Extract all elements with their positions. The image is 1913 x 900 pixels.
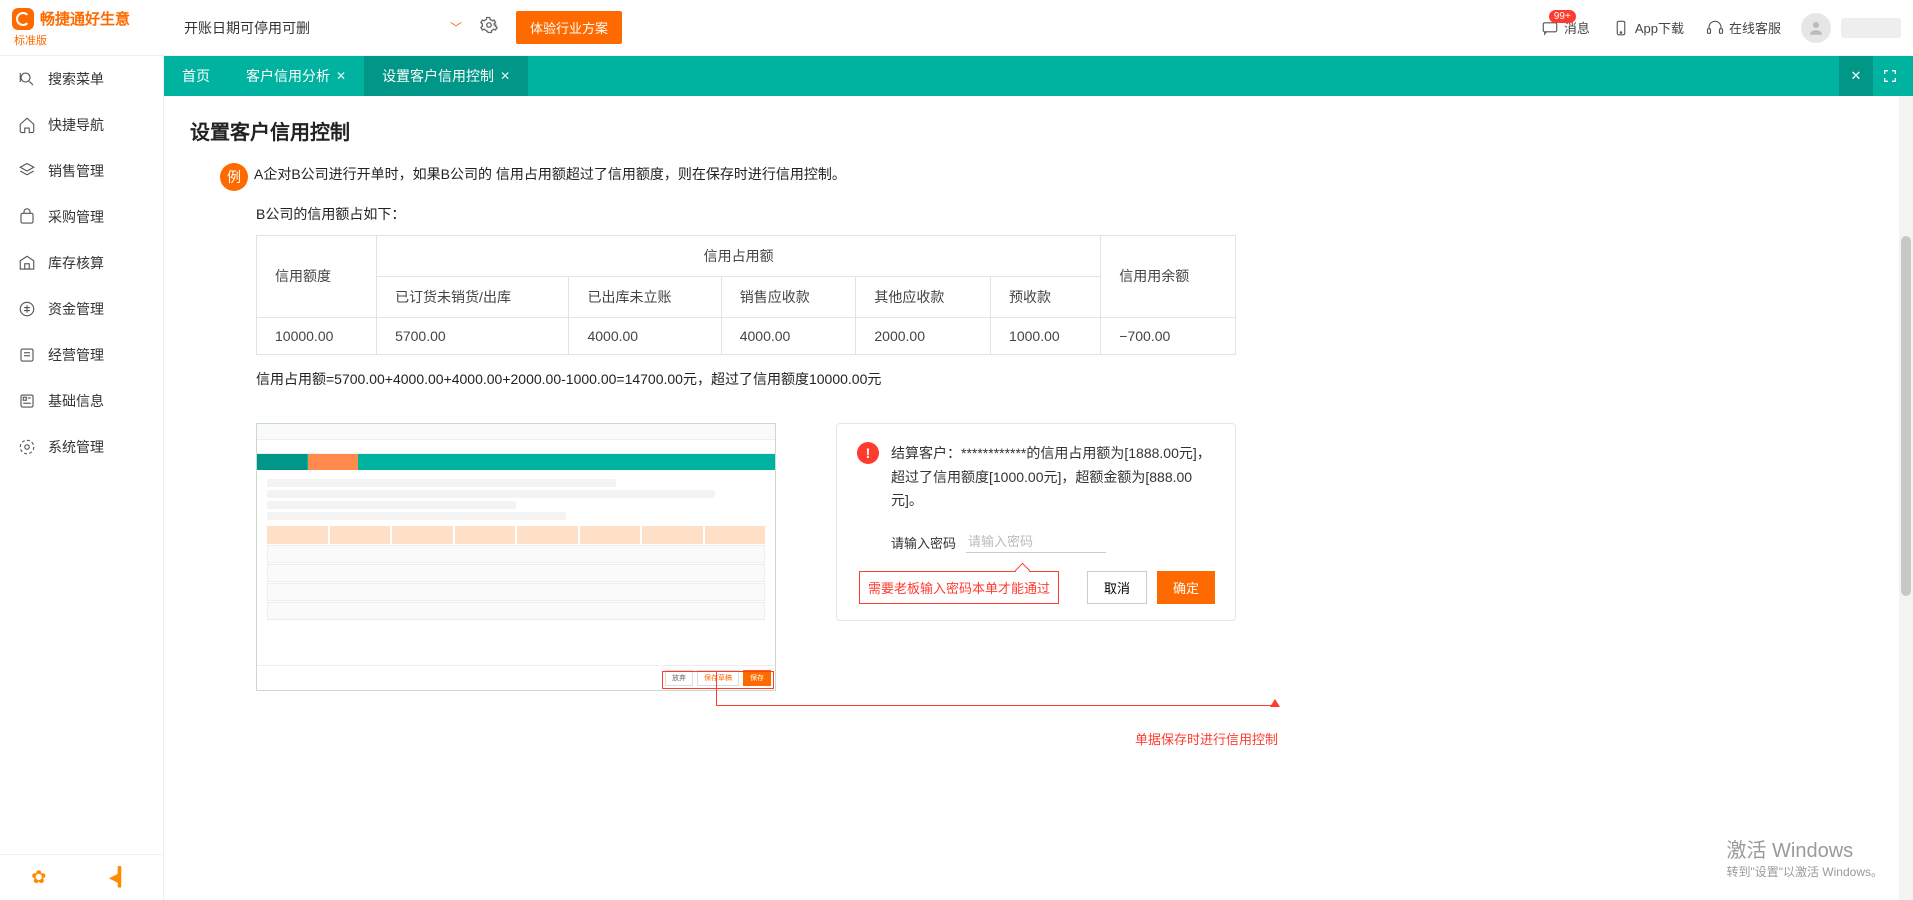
error-icon: ! [857, 442, 879, 464]
tab-credit-control[interactable]: 设置客户信用控制 ✕ [364, 56, 528, 96]
sidebar-item-sales[interactable]: 销售管理 [0, 148, 163, 194]
sidebar-item-label: 资金管理 [48, 299, 104, 319]
sidebar-item-label: 基础信息 [48, 391, 104, 411]
hdr-app-download[interactable]: App下载 [1612, 18, 1684, 37]
tab-home[interactable]: 首页 [164, 56, 228, 96]
connector [256, 693, 1857, 723]
sidebar-item-purchase[interactable]: 采购管理 [0, 194, 163, 240]
brand-edition: 标准版 [14, 32, 47, 48]
sidebar-item-inventory[interactable]: 库存核算 [0, 240, 163, 286]
vertical-scrollbar[interactable] [1899, 96, 1913, 900]
sidebar-item-business[interactable]: 经营管理 [0, 332, 163, 378]
sidebar-item-label: 搜索菜单 [48, 69, 104, 89]
avatar[interactable] [1801, 13, 1831, 43]
sidebar-item-label: 系统管理 [48, 437, 104, 457]
hdr-app-download-label: App下载 [1635, 18, 1684, 37]
table-row: 10000.00 5700.00 4000.00 4000.00 2000.00… [257, 317, 1236, 354]
sidebar-item-funds[interactable]: 资金管理 [0, 286, 163, 332]
chevron-down-icon: ﹀ [450, 19, 462, 36]
industry-solution-button[interactable]: 体验行业方案 [516, 11, 622, 44]
tab-label: 客户信用分析 [246, 66, 330, 86]
option-select[interactable]: 开账日期可停用可删 ﹀ [184, 18, 462, 38]
collapse-icon[interactable]: ◂▎ [109, 867, 132, 888]
th-col: 其他应收款 [856, 276, 991, 317]
brand-block: 畅捷通好生意 标准版 [12, 8, 164, 48]
brand-logo-icon [12, 8, 34, 30]
cell: 1000.00 [991, 317, 1101, 354]
th-balance: 信用用余额 [1101, 235, 1236, 317]
sidebar-item-label: 采购管理 [48, 207, 104, 227]
sidebar-item-label: 快捷导航 [48, 115, 104, 135]
settings-gear-icon[interactable]: ✿ [31, 867, 46, 888]
cell-balance: −700.00 [1101, 317, 1236, 354]
cell: 4000.00 [569, 317, 721, 354]
tabbar: 首页 客户信用分析 ✕ 设置客户信用控制 ✕ ✕ [164, 56, 1913, 96]
tab-credit-analysis[interactable]: 客户信用分析 ✕ [228, 56, 364, 96]
brand-name: 畅捷通好生意 [40, 8, 130, 29]
cell-limit: 10000.00 [257, 317, 377, 354]
credit-warning-dialog: ! 结算客户：************的信用占用额为[1888.00元]，超过了… [836, 423, 1236, 621]
sidebar-bottom: ✿ ◂▎ [0, 854, 163, 900]
close-icon[interactable]: ✕ [500, 69, 510, 83]
cell: 5700.00 [377, 317, 569, 354]
option-select-label: 开账日期可停用可删 [184, 18, 310, 38]
th-col: 预收款 [991, 276, 1101, 317]
example-line1: A企对B公司进行开单时，如果B公司的 信用占用额超过了信用额度，则在保存时进行信… [254, 163, 846, 187]
dialog-note: 需要老板输入密码本单才能通过 [859, 571, 1059, 604]
example-badge-icon: 例 [220, 163, 248, 191]
dialog-message: 结算客户：************的信用占用额为[1888.00元]，超过了信用… [891, 442, 1215, 513]
cancel-button[interactable]: 取消 [1087, 571, 1147, 604]
sidebar-item-label: 库存核算 [48, 253, 104, 273]
th-col: 已出库未立账 [569, 276, 721, 317]
scrollbar-thumb[interactable] [1901, 236, 1911, 596]
password-input[interactable] [966, 531, 1106, 553]
illustration-caption: 单据保存时进行信用控制 [556, 729, 1857, 748]
close-icon[interactable]: ✕ [336, 69, 346, 83]
sidebar-item-quicknav[interactable]: 快捷导航 [0, 102, 163, 148]
illustration-row: 放弃 保存草稿 保存 ! 结算客户：********** [256, 423, 1857, 691]
th-usage-group: 信用占用额 [377, 235, 1101, 276]
cell: 4000.00 [721, 317, 856, 354]
hdr-online-service[interactable]: 在线客服 [1706, 18, 1781, 37]
password-label: 请输入密码 [891, 533, 956, 552]
hdr-online-service-label: 在线客服 [1729, 18, 1781, 37]
sidebar-item-search[interactable]: 搜索菜单 [0, 56, 163, 102]
mini-screenshot: 放弃 保存草稿 保存 [256, 423, 776, 691]
tabbar-fullscreen-button[interactable] [1873, 56, 1907, 96]
sidebar: 搜索菜单 快捷导航 销售管理 采购管理 库存核算 资金管理 经营管理 基础信息 … [0, 56, 164, 900]
hdr-messages[interactable]: 99+ 消息 [1541, 18, 1590, 37]
sidebar-item-label: 经营管理 [48, 345, 104, 365]
th-col: 已订货未销货/出库 [377, 276, 569, 317]
th-col: 销售应收款 [721, 276, 856, 317]
ok-button[interactable]: 确定 [1157, 571, 1215, 604]
sidebar-item-label: 销售管理 [48, 161, 104, 181]
tabbar-close-button[interactable]: ✕ [1839, 56, 1873, 96]
red-highlight-box [662, 671, 774, 689]
main: 首页 客户信用分析 ✕ 设置客户信用控制 ✕ ✕ 设置客户信用控制 例 A企对B公司… [164, 56, 1913, 900]
tab-label: 首页 [182, 66, 210, 86]
th-credit-limit: 信用额度 [257, 235, 377, 317]
credit-table: 信用额度 信用占用额 信用用余额 已订货未销货/出库 已出库未立账 销售应收款 … [256, 235, 1236, 355]
sidebar-item-baseinfo[interactable]: 基础信息 [0, 378, 163, 424]
tab-label: 设置客户信用控制 [382, 66, 494, 86]
example-line2: B公司的信用额占如下： [256, 203, 1857, 227]
content: 设置客户信用控制 例 A企对B公司进行开单时，如果B公司的 信用占用额超过了信用… [164, 96, 1913, 900]
cell: 2000.00 [856, 317, 991, 354]
gear-icon[interactable] [480, 16, 498, 39]
page-title: 设置客户信用控制 [190, 116, 1887, 145]
message-badge: 99+ [1549, 10, 1576, 23]
top-header: 畅捷通好生意 标准版 开账日期可停用可删 ﹀ 体验行业方案 99+ 消息 App… [0, 0, 1913, 56]
formula-text: 信用占用额=5700.00+4000.00+4000.00+2000.00-10… [256, 369, 1857, 389]
user-name-placeholder [1841, 18, 1901, 38]
sidebar-item-system[interactable]: 系统管理 [0, 424, 163, 470]
